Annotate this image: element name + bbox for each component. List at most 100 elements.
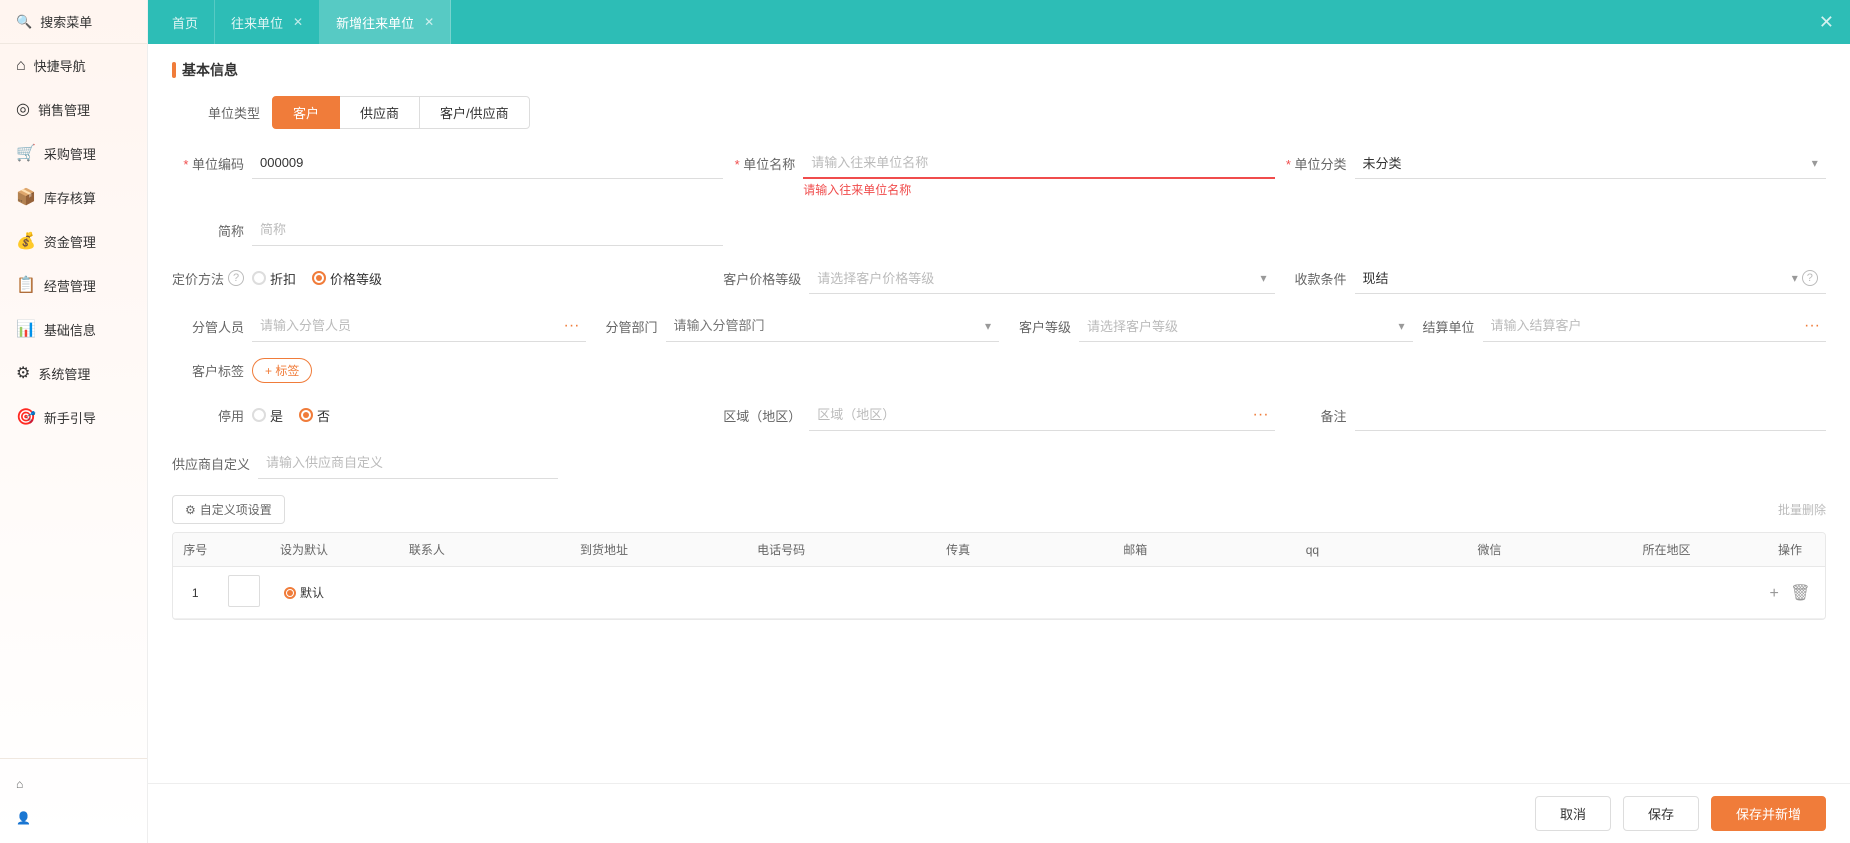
row-fax-input[interactable]: [880, 586, 1037, 600]
manager-input[interactable]: [252, 318, 558, 333]
settlement-unit-input[interactable]: [1483, 318, 1799, 333]
tab-close-new-partner[interactable]: ✕: [424, 15, 434, 29]
row-email[interactable]: [1047, 567, 1224, 619]
row-default-radio[interactable]: 默认: [280, 584, 329, 601]
section-title-text: 基本信息: [182, 60, 238, 80]
pricing-discount-radio[interactable]: 折扣: [252, 269, 296, 288]
sidebar-item-finance[interactable]: 💰资金管理: [0, 219, 147, 263]
cancel-button[interactable]: 取消: [1535, 796, 1611, 831]
form-row-4: 分管人员 ··· 分管部门 ▾ 客户等级 请选择客户等级 ▾: [172, 310, 1826, 342]
row-contact-input[interactable]: [348, 586, 505, 600]
supplier-custom-label: 供应商自定义: [172, 454, 258, 473]
sidebar-icon-basic-info: 📊: [16, 319, 36, 339]
pricing-method-label: 定价方法 ?: [172, 269, 252, 288]
customer-level-select[interactable]: 请选择客户等级 ▾: [1079, 310, 1413, 342]
row-location[interactable]: [1578, 567, 1755, 619]
customer-tag-field: 客户标签 + 标签: [172, 358, 312, 383]
pricing-method-field: 定价方法 ? 折扣 价格等级: [172, 269, 723, 288]
user-bottom-btn[interactable]: 👤: [0, 801, 147, 835]
table-row: 1 默认: [173, 567, 1825, 619]
department-input[interactable]: [674, 318, 985, 333]
row-location-input[interactable]: [1588, 586, 1745, 600]
settlement-unit-label: 结算单位: [1413, 317, 1483, 336]
row-phone-input[interactable]: [703, 586, 860, 600]
custom-settings-button[interactable]: ⚙ 自定义项设置: [172, 495, 285, 524]
row-address-input[interactable]: [525, 586, 682, 600]
pricing-level-radio[interactable]: 价格等级: [312, 269, 382, 288]
row-add-button[interactable]: +: [1766, 585, 1783, 602]
unit-type-both-button[interactable]: 客户/供应商: [419, 96, 530, 129]
row-qq[interactable]: [1224, 567, 1401, 619]
unit-code-input[interactable]: [252, 147, 723, 179]
payment-terms-help-icon[interactable]: ?: [1802, 270, 1818, 286]
remarks-input[interactable]: [1355, 399, 1826, 431]
sidebar-label-basic-info: 基础信息: [44, 320, 96, 339]
department-select[interactable]: ▾: [666, 310, 1000, 342]
sidebar-item-guide[interactable]: 🎯新手引导: [0, 395, 147, 439]
pricing-method-help-icon[interactable]: ?: [228, 270, 244, 286]
form-row-1: 单位编码 单位名称 请输入往来单位名称 单位分类 未分类 ▾: [172, 147, 1826, 198]
sidebar-item-purchase[interactable]: 🛒采购管理: [0, 131, 147, 175]
tab-home[interactable]: 首页: [156, 0, 215, 44]
sidebar-icon-finance: 💰: [16, 231, 36, 251]
tab-partners[interactable]: 往来单位✕: [215, 0, 320, 44]
unit-category-label: 单位分类: [1275, 154, 1355, 173]
unit-type-supplier-button[interactable]: 供应商: [340, 96, 419, 129]
row-qq-input[interactable]: [1234, 586, 1391, 600]
sidebar-icon-guide: 🎯: [16, 407, 36, 427]
sidebar-item-quick-nav[interactable]: ⌂快捷导航: [0, 44, 147, 87]
sidebar-icon-system: ⚙: [16, 363, 30, 383]
unit-type-customer-button[interactable]: 客户: [272, 96, 340, 129]
region-label: 区域（地区）: [723, 406, 809, 425]
tab-new-partner[interactable]: 新增往来单位 ✕: [320, 0, 451, 44]
disabled-no-radio-circle: [299, 408, 313, 422]
region-input[interactable]: [809, 407, 1246, 422]
search-menu-label: 搜索菜单: [40, 12, 92, 31]
manager-label: 分管人员: [172, 317, 252, 336]
supplier-custom-field: 供应商自定义: [172, 447, 558, 479]
save-button[interactable]: 保存: [1623, 796, 1699, 831]
manager-more-button[interactable]: ···: [558, 317, 586, 335]
region-more-button[interactable]: ···: [1247, 406, 1275, 424]
department-label: 分管部门: [586, 317, 666, 336]
main-content: 首页往来单位✕新增往来单位✕ ✕ 基本信息 单位类型 客户 供应商 客户/供应商…: [148, 0, 1850, 843]
settlement-unit-more-button[interactable]: ···: [1798, 317, 1826, 335]
sidebar-item-sales[interactable]: ◎销售管理: [0, 87, 147, 131]
payment-terms-select[interactable]: 现结 ▾ ?: [1355, 262, 1826, 294]
row-contact[interactable]: [338, 567, 515, 619]
disabled-label: 停用: [172, 406, 252, 425]
row-wechat-input[interactable]: [1411, 586, 1568, 600]
col-contact: 联系人: [338, 533, 515, 567]
customer-price-level-select[interactable]: 请选择客户价格等级 ▾: [809, 262, 1274, 294]
close-all-tabs-button[interactable]: ✕: [1811, 12, 1842, 33]
sidebar-item-operations[interactable]: 📋经营管理: [0, 263, 147, 307]
sidebar-item-basic-info[interactable]: 📊 基础信息: [0, 307, 147, 351]
save-new-button[interactable]: 保存并新增: [1711, 796, 1826, 831]
row-checkbox-cell[interactable]: [218, 567, 270, 619]
abbreviation-label: 简称: [172, 221, 252, 240]
row-fax[interactable]: [870, 567, 1047, 619]
abbreviation-input[interactable]: [252, 214, 723, 246]
unit-name-input[interactable]: [803, 147, 1274, 179]
tag-add-button[interactable]: + 标签: [252, 358, 312, 383]
row-address[interactable]: [515, 567, 692, 619]
sidebar-item-system[interactable]: ⚙系统管理: [0, 351, 147, 395]
row-delete-button[interactable]: 🗑: [1786, 585, 1814, 602]
batch-delete-button[interactable]: 批量删除: [1778, 501, 1826, 518]
row-email-input[interactable]: [1057, 586, 1214, 600]
sidebar-item-inventory[interactable]: 📦库存核算: [0, 175, 147, 219]
tab-label-new-partner: 新增往来单位: [336, 13, 414, 32]
row-wechat[interactable]: [1401, 567, 1578, 619]
home-bottom-btn[interactable]: ⌂: [0, 767, 147, 801]
disabled-no-radio[interactable]: 否: [299, 406, 330, 425]
row-checkbox[interactable]: [228, 575, 260, 607]
customer-tag-label: 客户标签: [172, 361, 252, 380]
unit-category-select[interactable]: 未分类 ▾: [1355, 147, 1826, 179]
search-menu-item[interactable]: 🔍 搜索菜单: [0, 0, 147, 44]
row-phone[interactable]: [693, 567, 870, 619]
tab-close-partners[interactable]: ✕: [293, 15, 303, 29]
payment-terms-value: 现结: [1363, 268, 1792, 287]
row-default-radio-circle: [284, 587, 296, 599]
disabled-yes-radio[interactable]: 是: [252, 406, 283, 425]
supplier-custom-input[interactable]: [258, 447, 558, 479]
